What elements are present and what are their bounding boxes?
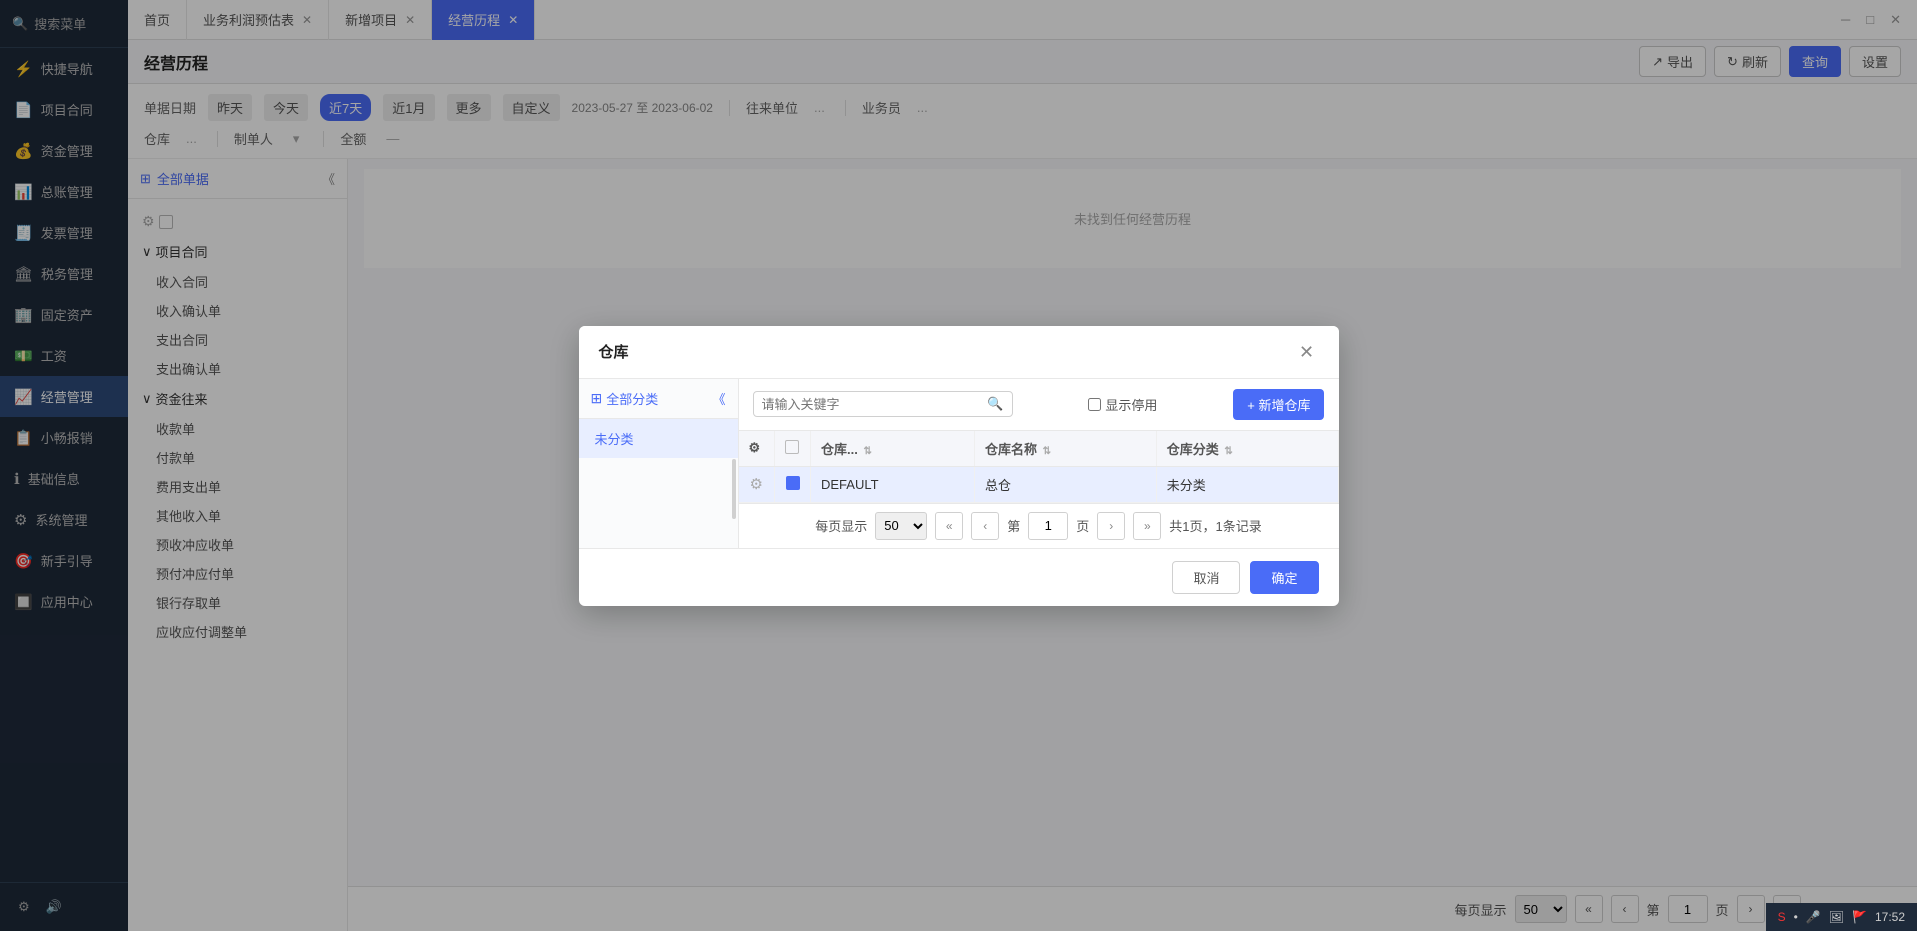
modal-search-icon[interactable]: 🔍 [987,396,1003,412]
modal-per-page-label: 每页显示 [815,516,867,535]
modal-col-check[interactable] [775,431,811,467]
grid3-icon: ⊞ [591,390,603,407]
modal-table: ⚙ 仓库... ⇅ 仓库名称 [739,431,1339,503]
row-name-cell: 总仓 [975,466,1157,502]
warehouse-modal: 仓库 ✕ ⊞ 全部分类 《 未分类 [579,326,1339,606]
tray-time: 17:52 [1875,910,1905,924]
row-category-cell: 未分类 [1156,466,1338,502]
modal-next-page-btn[interactable]: › [1097,512,1125,540]
modal-collapse-icon[interactable]: 《 [712,389,725,408]
modal-table-wrap: ⚙ 仓库... ⇅ 仓库名称 [739,431,1339,503]
modal-left-panel: ⊞ 全部分类 《 未分类 [579,379,739,548]
modal-show-disabled-label[interactable]: 显示停用 [1088,395,1157,414]
modal-per-page-select[interactable]: 50 100 [875,512,927,540]
modal-left-header: ⊞ 全部分类 《 [579,379,738,419]
tray-mic-icon: 🎤 [1806,910,1821,924]
row-code-cell: DEFAULT [811,466,975,502]
modal-col-category[interactable]: 仓库分类 ⇅ [1156,431,1338,467]
modal-first-page-btn[interactable]: « [935,512,963,540]
modal-prev-page-btn[interactable]: ‹ [971,512,999,540]
row-check-cell[interactable] [775,466,811,502]
row-gear-cell[interactable]: ⚙ [739,466,775,502]
modal-last-page-btn[interactable]: » [1133,512,1161,540]
modal-col-code[interactable]: 仓库... ⇅ [811,431,975,467]
modal-left-uncategorized[interactable]: 未分类 [579,419,738,458]
left-scrollbar [732,459,736,519]
modal-overlay: 仓库 ✕ ⊞ 全部分类 《 未分类 [0,0,1917,931]
modal-left-all-label: 全部分类 [606,389,658,408]
modal-search-wrap: 🔍 [753,391,1013,417]
tray-dot-icon: • [1794,910,1798,924]
sort-code-icon: ⇅ [863,446,871,457]
tray-image-icon: 🖼 [1829,910,1844,924]
table-row[interactable]: ⚙ DEFAULT 总仓 未分类 [739,466,1339,502]
modal-footer: 取消 确定 [579,548,1339,606]
row-gear-icon[interactable]: ⚙ [750,476,763,493]
gear4-icon: ⚙ [749,440,761,455]
row-checkbox[interactable] [786,476,800,490]
modal-show-disabled-checkbox[interactable] [1088,398,1101,411]
modal-page-suffix: 页 [1076,516,1089,535]
modal-confirm-button[interactable]: 确定 [1250,561,1318,594]
modal-add-warehouse-button[interactable]: + 新增仓库 [1233,389,1324,420]
modal-close-button[interactable]: ✕ [1295,340,1319,364]
modal-body: ⊞ 全部分类 《 未分类 🔍 [579,379,1339,548]
header-checkbox[interactable] [785,440,799,454]
modal-page-label: 第 [1007,516,1020,535]
modal-search-input[interactable] [762,397,984,412]
modal-left-all[interactable]: ⊞ 全部分类 [591,389,659,408]
sys-tray: S • 🎤 🖼 🚩 17:52 [1766,903,1917,931]
modal-pagination: 每页显示 50 100 « ‹ 第 页 › » 共1页，1条记录 [739,503,1339,548]
modal-toolbar: 🔍 显示停用 + 新增仓库 [739,379,1339,431]
modal-right-panel: 🔍 显示停用 + 新增仓库 [739,379,1339,548]
tray-s-logo: S [1778,910,1786,924]
modal-col-gear[interactable]: ⚙ [739,431,775,467]
sort-name-icon: ⇅ [1043,446,1051,457]
modal-total-label: 共1页，1条记录 [1169,516,1261,535]
modal-cancel-button[interactable]: 取消 [1172,561,1240,594]
tray-flag-icon: 🚩 [1852,910,1867,924]
modal-col-name[interactable]: 仓库名称 ⇅ [975,431,1157,467]
modal-title: 仓库 [599,341,629,362]
modal-page-input[interactable] [1028,512,1068,540]
modal-header: 仓库 ✕ [579,326,1339,379]
sort-category-icon: ⇅ [1224,446,1232,457]
